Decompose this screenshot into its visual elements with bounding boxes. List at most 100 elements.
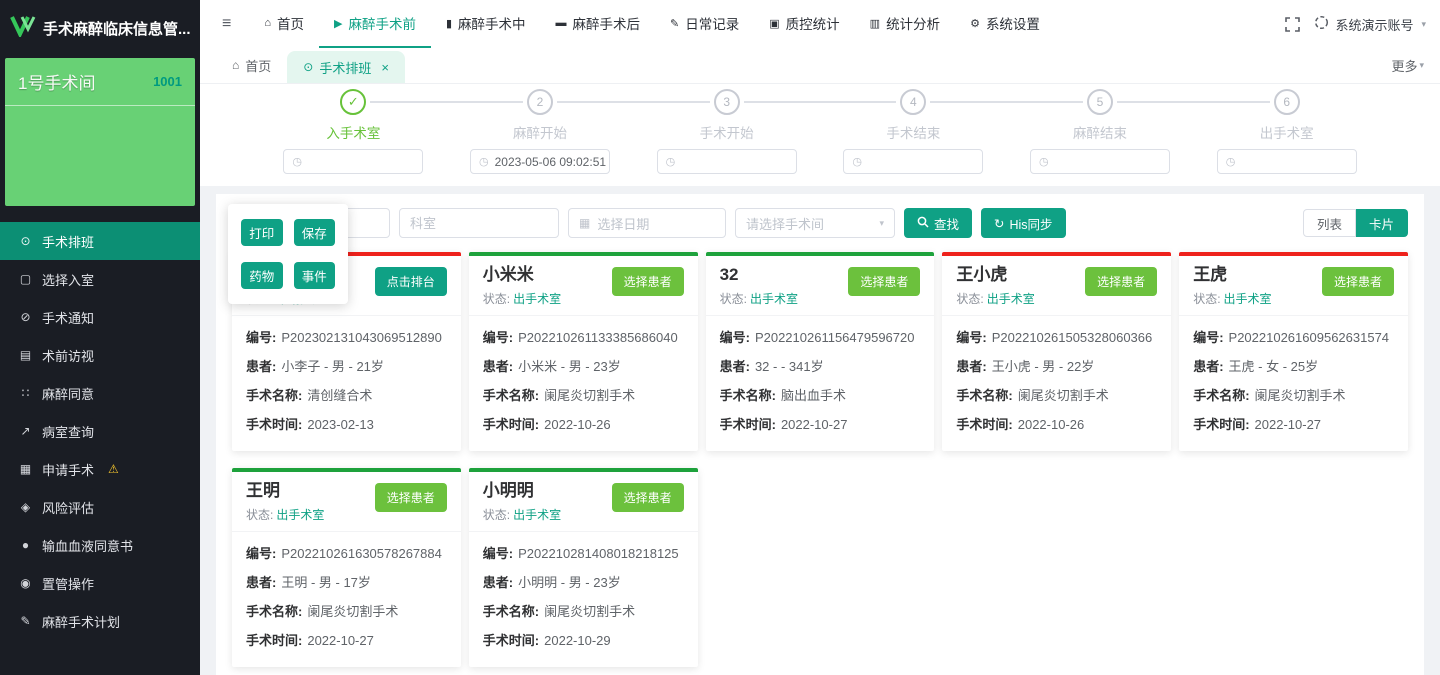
step-time-input[interactable]: ◷ — [657, 149, 797, 174]
clock-icon: ◷ — [479, 155, 489, 168]
status-badge[interactable]: 出手术室 — [276, 508, 324, 522]
qc-stats-icon: ▣ — [769, 17, 779, 30]
patient-info-label: 患者: — [483, 359, 513, 374]
step-number: 2 — [527, 89, 553, 115]
event-button[interactable]: 事件 — [294, 262, 336, 289]
step-label: 出手术室 — [1260, 122, 1314, 142]
select-patient-button[interactable]: 选择患者 — [848, 267, 920, 296]
patient-info-value: 王小虎 - 男 - 22岁 — [992, 359, 1095, 374]
drug-button[interactable]: 药物 — [241, 262, 283, 289]
status-badge[interactable]: 出手术室 — [513, 292, 561, 306]
view-list-button[interactable]: 列表 — [1303, 209, 1356, 237]
card-body: 编号:P202210281408018218125患者:小明明 - 男 - 23… — [469, 531, 698, 649]
card-header: 小米米状态:出手术室选择患者 — [469, 256, 698, 315]
sidebar-item-preop-visit[interactable]: ▤术前访视 — [0, 336, 200, 374]
operation-name: 手术名称:清创缝合术 — [246, 385, 447, 404]
department-input[interactable] — [399, 208, 559, 238]
nav-item-post-op[interactable]: ▬麻醉手术后 — [541, 0, 656, 48]
card-body: 编号:P202210261133385686040患者:小米米 - 男 - 23… — [469, 315, 698, 433]
status-badge[interactable]: 出手术室 — [987, 292, 1035, 306]
status-badge[interactable]: 出手术室 — [513, 508, 561, 522]
select-patient-button[interactable]: 选择患者 — [612, 267, 684, 296]
operation-name: 手术名称:阑尾炎切割手术 — [483, 601, 684, 620]
step-time-input[interactable]: ◷ — [283, 149, 423, 174]
patient-no-value: P202210261630578267884 — [281, 546, 442, 561]
status-badge[interactable]: 出手术室 — [750, 292, 798, 306]
card-body: 编号:P202210261609562631574患者:王虎 - 女 - 25岁… — [1179, 315, 1408, 433]
nav-item-stat-analysis[interactable]: ▥统计分析 — [855, 0, 955, 48]
nav-item-intra-op[interactable]: ▮麻醉手术中 — [431, 0, 541, 48]
room-select[interactable]: 请选择手术间 ▾ — [735, 208, 895, 238]
fullscreen-icon[interactable] — [1285, 17, 1300, 32]
select-patient-button[interactable]: 选择患者 — [612, 483, 684, 512]
sidebar-item-ward-query[interactable]: ↗病室查询 — [0, 412, 200, 450]
his-sync-button[interactable]: ↻ His同步 — [981, 208, 1066, 238]
operation-time-label: 手术时间: — [483, 417, 539, 432]
sidebar-item-schedule[interactable]: ⊙手术排班 — [0, 222, 200, 260]
nav-item-label: 麻醉手术后 — [573, 13, 641, 33]
patient-info-label: 患者: — [246, 359, 276, 374]
nav-item-qc-stats[interactable]: ▣ 质控统计 — [754, 0, 854, 48]
operation-name-label: 手术名称: — [1193, 388, 1249, 403]
nav-item-settings[interactable]: ⚙系统设置 — [955, 0, 1055, 48]
search-button[interactable]: 查找 — [904, 208, 972, 238]
refresh-circle-icon — [1314, 15, 1329, 33]
sidebar-item-transfusion-consent[interactable]: ●输血血液同意书 — [0, 526, 200, 564]
nav-item-pre-op[interactable]: ▶麻醉手术前 — [319, 0, 431, 48]
sidebar-item-risk-assess[interactable]: ◈风险评估 — [0, 488, 200, 526]
more-dropdown[interactable]: 更多 ▾ — [1391, 47, 1424, 83]
tab-surgery-schedule[interactable]: ⊙ 手术排班 × — [287, 51, 405, 83]
nav-item-home[interactable]: ⌂首页 — [249, 0, 319, 48]
operation-name-value: 阑尾炎切割手术 — [307, 604, 398, 619]
sidebar-item-apply-surgery[interactable]: ▦申请手术⚠ — [0, 450, 200, 488]
card-header: 王明状态:出手术室选择患者 — [232, 472, 461, 531]
status-badge[interactable]: 出手术室 — [1224, 292, 1272, 306]
arrange-button[interactable]: 点击排台 — [375, 267, 447, 296]
patient-no-value: P202210261133385686040 — [518, 330, 678, 345]
tab-home[interactable]: ⌂ 首页 — [216, 47, 287, 83]
patient-no: 编号:P202210281408018218125 — [483, 543, 684, 562]
collapse-sidebar-icon[interactable]: ≡ — [214, 15, 239, 33]
home-icon: ⌂ — [264, 17, 271, 29]
operation-time-label: 手术时间: — [246, 417, 302, 432]
save-button[interactable]: 保存 — [294, 219, 336, 246]
patient-no: 编号:P202210261630578267884 — [246, 543, 447, 562]
select-patient-button[interactable]: 选择患者 — [375, 483, 447, 512]
nav-item-daily-record[interactable]: ✎日常记录 — [655, 0, 754, 48]
card-body: 编号:P202210261156479596720患者:32 - - 341岁手… — [706, 315, 935, 433]
operation-name: 手术名称:阑尾炎切割手术 — [246, 601, 447, 620]
step-label: 麻醉开始 — [513, 122, 567, 142]
clock-icon: ◷ — [852, 155, 862, 168]
operating-room-card[interactable]: 1号手术间 1001 — [5, 58, 195, 206]
sidebar-item-notice[interactable]: ⊘手术通知 — [0, 298, 200, 336]
sidebar-item-anesthesia-plan[interactable]: ✎麻醉手术计划 — [0, 602, 200, 640]
step-time-input[interactable]: ◷2023-05-06 09:02:51 — [470, 149, 610, 174]
top-nav: ⌂首页▶麻醉手术前▮麻醉手术中▬麻醉手术后✎日常记录 ▣ 质控统计 ▥统计分析⚙系统设… — [249, 0, 1055, 48]
select-patient-button[interactable]: 选择患者 — [1322, 267, 1394, 296]
select-patient-button[interactable]: 选择患者 — [1085, 267, 1157, 296]
sidebar-item-catheter[interactable]: ◉置管操作 — [0, 564, 200, 602]
operation-time: 手术时间:2022-10-27 — [720, 414, 921, 433]
step-time-input[interactable]: ◷ — [1030, 149, 1170, 174]
sidebar-item-label: 风险评估 — [42, 498, 94, 517]
app-logo-row: 手术麻醉临床信息管... — [0, 0, 200, 56]
step-check-icon: ✓ — [340, 89, 366, 115]
step-time-input[interactable]: ◷ — [1217, 149, 1357, 174]
sidebar: 手术麻醉临床信息管... 1号手术间 1001 ⊙手术排班▢选择入室⊘手术通知▤… — [0, 0, 200, 675]
print-button[interactable]: 打印 — [241, 219, 283, 246]
nav-item-label: 质控统计 — [786, 13, 840, 33]
date-picker-input[interactable]: ▦ 选择日期 — [568, 208, 726, 238]
account-dropdown[interactable]: 系统演示账号 ▾ — [1314, 15, 1426, 34]
step-time-input[interactable]: ◷ — [843, 149, 983, 174]
gear-icon: ⚙ — [970, 17, 980, 30]
view-card-button[interactable]: 卡片 — [1356, 209, 1408, 237]
operation-name: 手术名称:阑尾炎切割手术 — [956, 385, 1157, 404]
close-icon[interactable]: × — [381, 60, 389, 75]
operation-time-value: 2023-02-13 — [307, 417, 374, 432]
step-number: 4 — [900, 89, 926, 115]
sidebar-item-anesthesia-consent[interactable]: ∷麻醉同意 — [0, 374, 200, 412]
step-1: ✓入手术室◷ — [260, 89, 447, 174]
sidebar-item-enter-room[interactable]: ▢选择入室 — [0, 260, 200, 298]
sidebar-menu: ⊙手术排班▢选择入室⊘手术通知▤术前访视∷麻醉同意↗病室查询▦申请手术⚠◈风险评… — [0, 222, 200, 640]
clock-icon: ◷ — [292, 155, 302, 168]
